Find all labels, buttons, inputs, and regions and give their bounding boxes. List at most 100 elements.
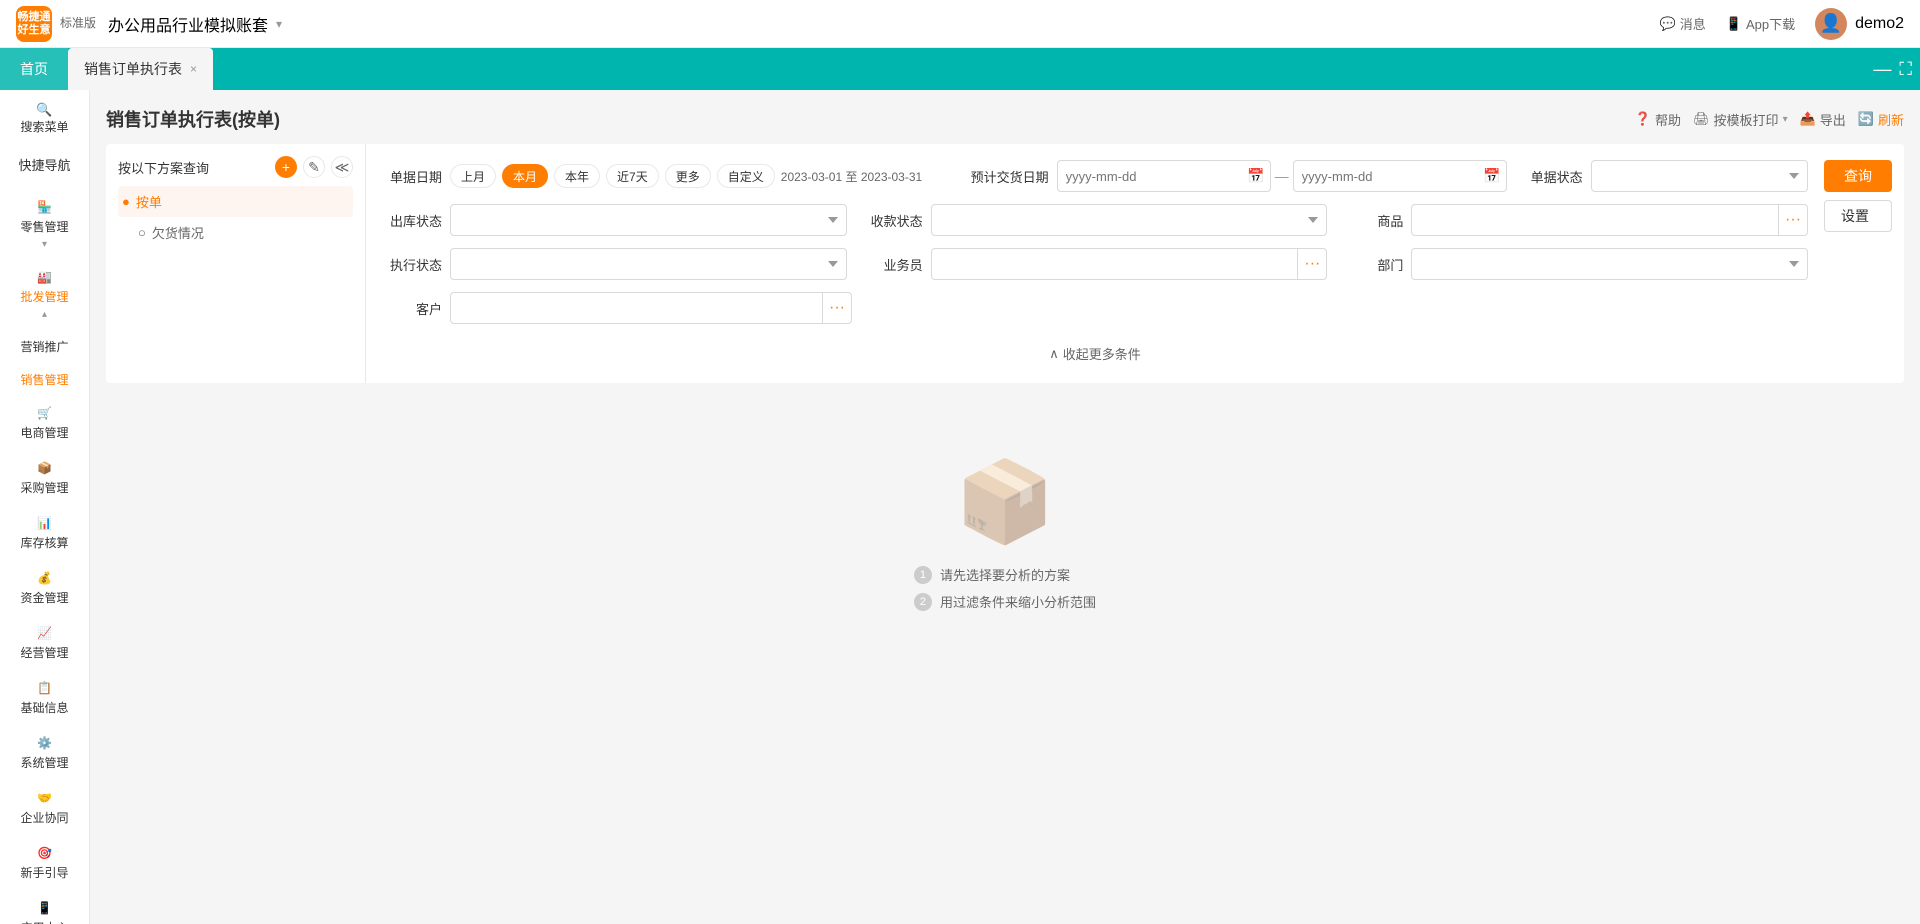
sidebar-item-finance[interactable]: 💰 资金管理 xyxy=(0,561,89,616)
app-download-button[interactable]: 📱 App下载 xyxy=(1726,14,1795,33)
goods-wrap: ··· xyxy=(1411,204,1808,236)
tab-maximize-button[interactable]: ⛶ xyxy=(1899,60,1912,78)
purchase-icon: 📦 xyxy=(37,461,52,475)
doc-status-select[interactable] xyxy=(1591,160,1808,192)
help-button[interactable]: ❓ 帮助 xyxy=(1635,110,1681,129)
export-icon: 📤 xyxy=(1800,111,1816,127)
sidebar-item-system-label: 系统管理 xyxy=(20,754,68,771)
customer-ellipsis-button[interactable]: ··· xyxy=(822,292,852,324)
filter-row-3: 执行状态 业务员 ··· xyxy=(382,248,1808,280)
date-end-input[interactable] xyxy=(1293,160,1507,192)
user-area[interactable]: 👤 demo2 xyxy=(1815,8,1904,40)
logo-icon: 畅捷通好生意 xyxy=(16,6,52,42)
tab-close-icon[interactable]: × xyxy=(190,62,197,76)
refresh-button[interactable]: 🔄 刷新 xyxy=(1858,110,1904,129)
empty-icon: 📦 xyxy=(955,455,1055,549)
goods-input[interactable] xyxy=(1411,204,1778,236)
exec-status-select[interactable] xyxy=(450,248,847,280)
tab-home-label: 首页 xyxy=(20,59,48,79)
delivery-status-select[interactable] xyxy=(450,204,847,236)
department-wrap xyxy=(1411,248,1808,280)
sidebar-item-basic[interactable]: 📋 基础信息 xyxy=(0,671,89,726)
collapse-panel-button[interactable]: ≪ xyxy=(331,156,353,178)
retail-icon: 🏪 xyxy=(37,200,52,214)
tab-active[interactable]: 销售订单执行表 × xyxy=(68,48,213,90)
page-header: 销售订单执行表(按单) ❓ 帮助 🖨 按模板打印 ▾ 📤 导出 xyxy=(106,106,1904,132)
export-button[interactable]: 📤 导出 xyxy=(1800,110,1846,129)
salesperson-input[interactable] xyxy=(931,248,1298,280)
sidebar-item-system[interactable]: ⚙️ 系统管理 xyxy=(0,726,89,781)
filter-area: 按以下方案查询 + ✎ ≪ xyxy=(106,144,1904,383)
sidebar-item-ecommerce-label: 电商管理 xyxy=(20,424,68,441)
query-button[interactable]: 查询 xyxy=(1824,160,1892,192)
empty-hints: 1 请先选择要分析的方案 2 用过滤条件来缩小分析范围 xyxy=(914,565,1096,611)
collapse-text: ∧ 收起更多条件 xyxy=(1049,344,1141,363)
filter-left-actions: + ✎ ≪ xyxy=(275,156,353,178)
customer-input[interactable] xyxy=(450,292,822,324)
app-center-icon: 📱 xyxy=(37,901,52,915)
ecommerce-icon: 🛒 xyxy=(37,406,52,420)
empty-hint-1: 1 请先选择要分析的方案 xyxy=(914,565,1096,584)
hint-num-2: 2 xyxy=(914,593,932,611)
payment-status-select[interactable] xyxy=(931,204,1328,236)
date-tag-this-year[interactable]: 本年 xyxy=(554,164,600,188)
department-field: 部门 xyxy=(1343,248,1808,280)
doc-status-field: 单据状态 xyxy=(1523,160,1808,192)
avatar: 👤 xyxy=(1815,8,1847,40)
print-icon: 🖨 xyxy=(1693,111,1710,127)
date-tag-last-month[interactable]: 上月 xyxy=(450,164,496,188)
tab-minimize-button[interactable]: — xyxy=(1873,60,1891,78)
wholesale-submenu: 营销推广 销售管理 xyxy=(0,330,89,396)
arrears-label: 欠货情况 xyxy=(152,223,204,242)
salesperson-ellipsis-button[interactable]: ··· xyxy=(1297,248,1327,280)
date-tag-more[interactable]: 更多 xyxy=(665,164,711,188)
expected-date-label: 预计交货日期 xyxy=(969,167,1049,186)
expected-date-field: 预计交货日期 📅 — 📅 xyxy=(969,160,1507,192)
sidebar-item-newbie[interactable]: 🎯 新手引导 xyxy=(0,836,89,891)
date-tag-7days[interactable]: 近7天 xyxy=(606,164,659,188)
template-print-button[interactable]: 🖨 按模板打印 ▾ xyxy=(1693,110,1788,129)
sidebar-item-app-center[interactable]: 📱 应用中心 xyxy=(0,891,89,924)
scheme-item-arrears[interactable]: ○ 欠货情况 xyxy=(118,217,353,248)
arrears-icon: ○ xyxy=(138,225,146,240)
sidebar-quick-nav[interactable]: 快捷导航 xyxy=(0,151,89,182)
top-bar-right: 💬 消息 📱 App下载 👤 demo2 xyxy=(1660,8,1904,40)
sidebar-sub-sales[interactable]: 销售管理 xyxy=(0,363,89,396)
sidebar-item-retail[interactable]: 🏪 零售管理 ▾ xyxy=(0,190,89,260)
date-tag-custom[interactable]: 自定义 xyxy=(717,164,775,188)
edit-scheme-button[interactable]: ✎ xyxy=(303,156,325,178)
department-select[interactable] xyxy=(1411,248,1808,280)
sidebar-item-inventory[interactable]: 📊 库存核算 xyxy=(0,506,89,561)
collapse-row[interactable]: ∧ 收起更多条件 xyxy=(382,336,1808,367)
date-end-wrap: 📅 xyxy=(1293,160,1507,192)
salesperson-wrap: ··· xyxy=(931,248,1328,280)
date-tag-this-month[interactable]: 本月 xyxy=(502,164,548,188)
payment-status-wrap xyxy=(931,204,1328,236)
sidebar-item-purchase[interactable]: 📦 采购管理 xyxy=(0,451,89,506)
hint-text-1: 请先选择要分析的方案 xyxy=(940,565,1070,584)
date-label: 单据日期 xyxy=(382,167,442,186)
sidebar-item-wholesale[interactable]: 🏭 批发管理 ▴ xyxy=(0,260,89,330)
sidebar-item-corp[interactable]: 🤝 企业协同 xyxy=(0,781,89,836)
message-icon: 💬 xyxy=(1660,16,1676,32)
breadcrumb[interactable]: 办公用品行业模拟账套 ▾ xyxy=(108,12,282,36)
date-start-input[interactable] xyxy=(1057,160,1271,192)
message-button[interactable]: 💬 消息 xyxy=(1660,14,1706,33)
sidebar-search[interactable]: 🔍 搜索菜单 xyxy=(0,90,89,143)
sidebar-item-newbie-label: 新手引导 xyxy=(20,864,68,881)
app-download-label: App下载 xyxy=(1746,14,1795,33)
sidebar-sub-marketing[interactable]: 营销推广 xyxy=(0,330,89,363)
payment-status-label: 收款状态 xyxy=(863,211,923,230)
sidebar-item-ecommerce[interactable]: 🛒 电商管理 xyxy=(0,396,89,451)
top-bar-left: 畅捷通好生意 标准版 办公用品行业模拟账套 ▾ xyxy=(16,6,282,42)
scheme-item-by-order[interactable]: ● 按单 xyxy=(118,186,353,217)
tab-home[interactable]: 首页 xyxy=(0,48,68,90)
date-range-inputs: 📅 — 📅 xyxy=(1057,160,1507,192)
sidebar-item-operations[interactable]: 📈 经营管理 xyxy=(0,616,89,671)
sidebar-item-wholesale-label: 批发管理 xyxy=(20,288,68,305)
goods-ellipsis-button[interactable]: ··· xyxy=(1778,204,1808,236)
refresh-label: 刷新 xyxy=(1878,110,1904,129)
settings-button[interactable]: 设置 xyxy=(1824,200,1892,232)
add-scheme-button[interactable]: + xyxy=(275,156,297,178)
marketing-label: 营销推广 xyxy=(20,338,68,355)
